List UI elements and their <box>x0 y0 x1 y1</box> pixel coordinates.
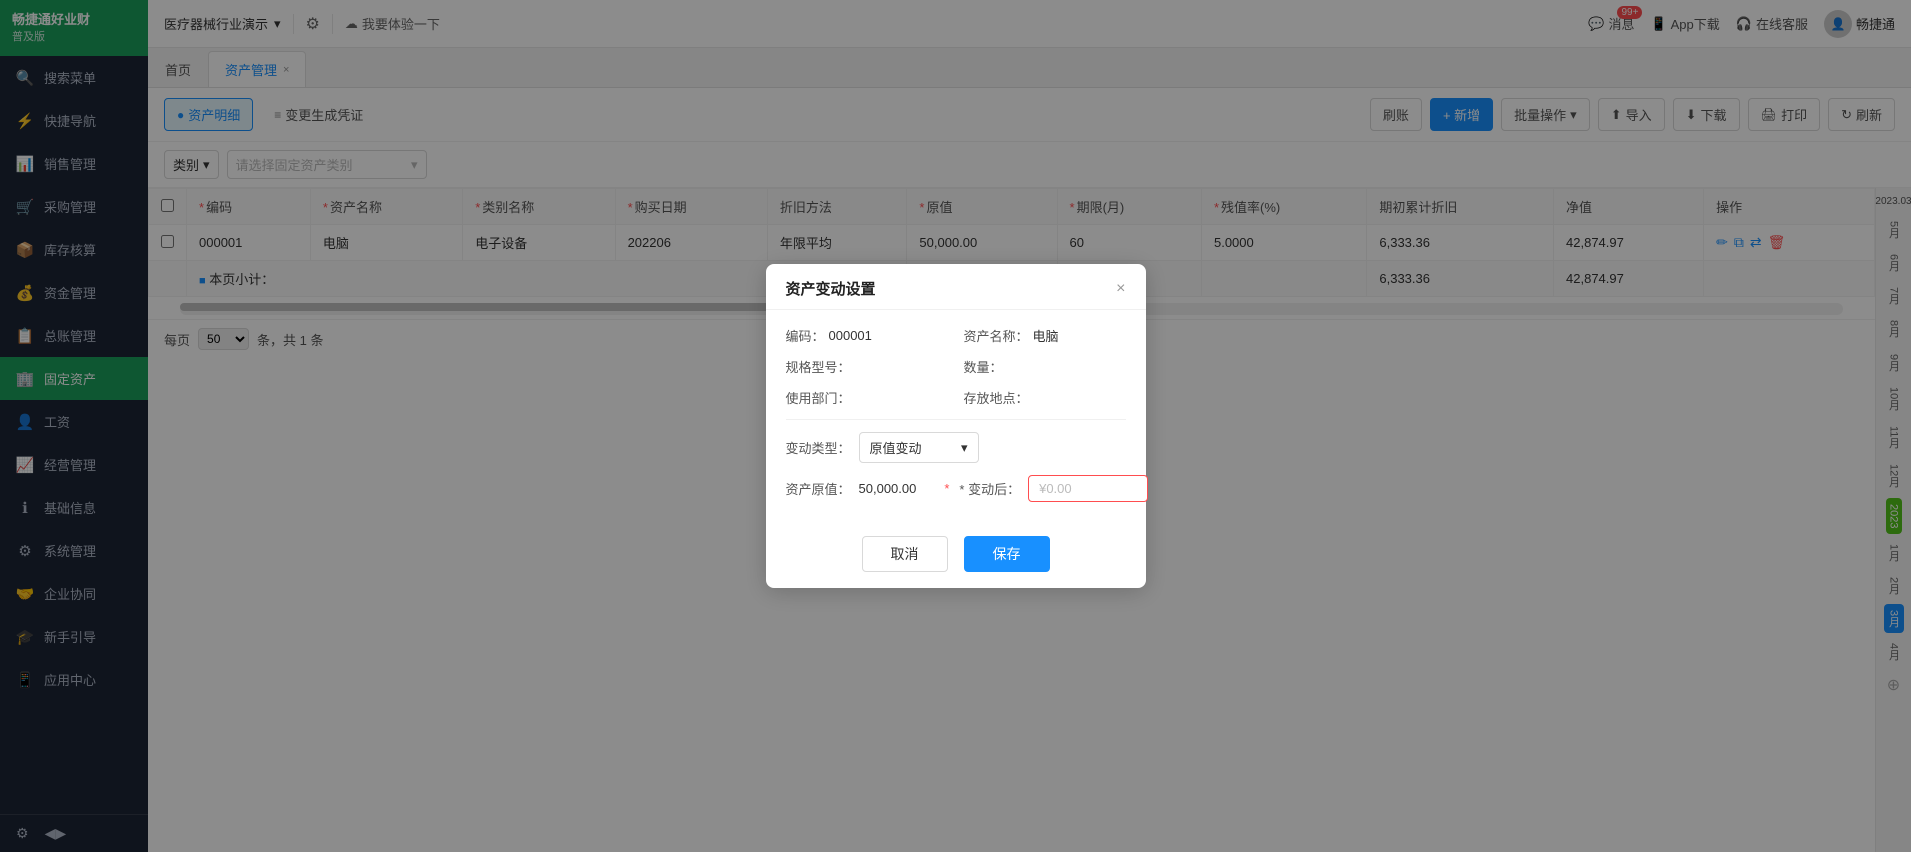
changetype-chevron: ▾ <box>961 440 968 456</box>
modal-close-button[interactable]: × <box>1116 280 1125 298</box>
modal-header: 资产变动设置 × <box>766 264 1146 310</box>
modal-code-label: 编码： <box>786 326 825 345</box>
modal-afterchange-input[interactable] <box>1028 475 1148 502</box>
modal-code-value: 000001 <box>829 328 872 343</box>
modal-changetype-label: 变动类型： <box>786 438 851 457</box>
modal-change-type-row: 变动类型： 原值变动 ▾ <box>786 432 1126 463</box>
modal-dept-label: 使用部门： <box>786 388 851 407</box>
modal-body: 编码： 000001 资产名称： 电脑 规格型号： 数量： <box>766 310 1146 526</box>
modal-field-code: 编码： 000001 <box>786 326 948 345</box>
asset-change-modal: 资产变动设置 × 编码： 000001 资产名称： 电脑 规格型号： <box>766 264 1146 588</box>
modal-spec-label: 规格型号： <box>786 357 851 376</box>
modal-assetvalue-label: 资产原值： <box>786 479 851 498</box>
modal-row-dept-loc: 使用部门： 存放地点： <box>786 388 1126 407</box>
cancel-button[interactable]: 取消 <box>862 536 948 572</box>
modal-field-location: 存放地点： <box>964 388 1126 407</box>
save-label: 保存 <box>993 546 1021 562</box>
modal-assetvalue-value: 50,000.00 <box>859 481 917 496</box>
modal-assetname-label: 资产名称： <box>964 326 1029 345</box>
modal-changetype-value: 原值变动 <box>870 438 922 457</box>
modal-title: 资产变动设置 <box>786 278 876 299</box>
modal-field-assetname: 资产名称： 电脑 <box>964 326 1126 345</box>
required-indicator: * <box>944 481 949 496</box>
cancel-label: 取消 <box>891 546 919 562</box>
modal-divider <box>786 419 1126 420</box>
modal-assetname-value: 电脑 <box>1033 326 1059 345</box>
modal-asset-value-row: 资产原值： 50,000.00 * * 变动后： <box>786 475 1126 502</box>
modal-row-spec-qty: 规格型号： 数量： <box>786 357 1126 376</box>
modal-changetype-select[interactable]: 原值变动 ▾ <box>859 432 979 463</box>
modal-field-spec: 规格型号： <box>786 357 948 376</box>
save-button[interactable]: 保存 <box>964 536 1050 572</box>
modal-location-label: 存放地点： <box>964 388 1029 407</box>
modal-field-qty: 数量： <box>964 357 1126 376</box>
modal-afterchange-label: * 变动后： <box>959 479 1020 498</box>
modal-overlay: 资产变动设置 × 编码： 000001 资产名称： 电脑 规格型号： <box>0 0 1911 852</box>
modal-field-dept: 使用部门： <box>786 388 948 407</box>
modal-qty-label: 数量： <box>964 357 1003 376</box>
modal-footer: 取消 保存 <box>766 526 1146 588</box>
modal-row-code-name: 编码： 000001 资产名称： 电脑 <box>786 326 1126 345</box>
